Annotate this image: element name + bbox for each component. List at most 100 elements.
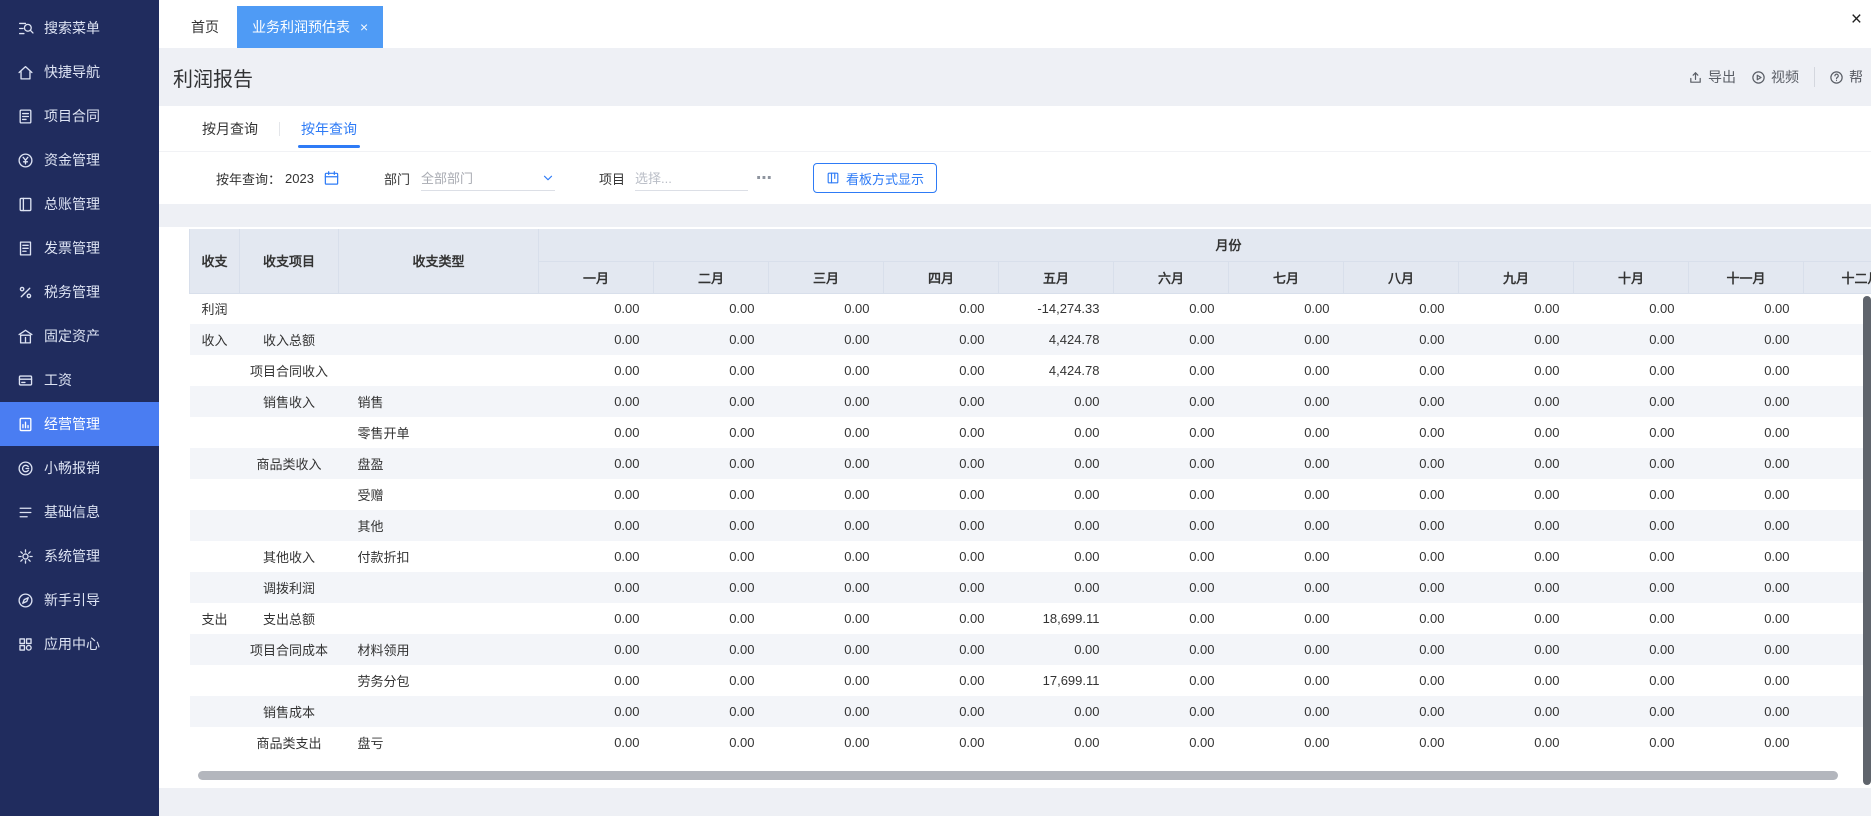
cell-value: 0.00 [614, 363, 640, 378]
cell-value: 0.00 [1304, 549, 1330, 564]
cell-income-expense [190, 665, 240, 696]
board-view-button[interactable]: 看板方式显示 [812, 163, 937, 193]
cell-item [240, 293, 339, 324]
cell-value: 0.00 [1649, 301, 1675, 317]
sidebar-item-label: 经营管理 [44, 416, 100, 432]
table-row[interactable]: 项目合同成本 材料领用 0.00 0.00 0.00 0.00 0.00 0.00 0.00 0.… [189, 634, 1871, 665]
cell-value: 0.00 [1804, 603, 1871, 634]
cell-value: 0.00 [844, 735, 870, 750]
sidebar-item-11[interactable]: 基础信息 [0, 490, 159, 534]
cell-value: 0.00 [844, 394, 870, 409]
tab-close-icon[interactable]: × [360, 19, 368, 35]
search-icon [17, 20, 34, 37]
cell-value: 0.00 [959, 611, 985, 626]
cell-value: 0.00 [1304, 394, 1330, 409]
table-row[interactable]: 销售成本 0.00 0.00 0.00 0.00 0.00 0.00 0.00 0.00 0.00… [189, 696, 1871, 727]
cell-value: 0.00 [1764, 673, 1790, 688]
table-row[interactable]: 支出 支出总额 0.00 0.00 0.00 0.00 18,699.11 0.00 0.00 0… [190, 603, 1871, 634]
tab-active[interactable]: 业务利润预估表 × [237, 6, 384, 48]
month-header: 八月 [1343, 261, 1459, 294]
table-row[interactable]: 商品类支出 盘亏 0.00 0.00 0.00 0.00 0.00 0.00 0.00 0.00 0… [190, 727, 1871, 758]
sidebar-item-label: 新手引导 [44, 592, 100, 608]
cell-income-expense [190, 634, 240, 665]
expense-icon [17, 460, 34, 477]
cell-item: 支出总额 [262, 612, 315, 627]
table-row[interactable]: 销售收入 销售 0.00 0.00 0.00 0.00 0.00 0.00 0.00 0.00 0.… [189, 386, 1871, 417]
tab-yearly-query[interactable]: 按年查询 [298, 106, 360, 152]
sidebar-item-5[interactable]: 发票管理 [0, 226, 159, 270]
tab-active-label: 业务利润预估表 [252, 19, 350, 35]
cell-type: 材料领用 [357, 643, 410, 658]
calendar-icon[interactable] [323, 170, 340, 187]
window-close-icon[interactable]: × [1851, 10, 1862, 29]
cell-value: 0.00 [1804, 479, 1871, 510]
tab-monthly-query[interactable]: 按月查询 [199, 106, 261, 152]
cell-value: 0.00 [729, 425, 755, 440]
home-icon [17, 64, 34, 81]
tab-home[interactable]: 首页 [173, 6, 237, 48]
cell-value: 0.00 [1074, 735, 1100, 750]
vertical-scrollbar-thumb[interactable] [1863, 296, 1871, 785]
cell-value: 0.00 [1534, 301, 1560, 317]
sidebar-item-3[interactable]: 资金管理 [0, 138, 159, 182]
cell-value: 0.00 [614, 704, 640, 719]
cell-value: 0.00 [1764, 611, 1790, 626]
cell-value: 0.00 [729, 735, 755, 750]
cell-value: 0.00 [1304, 487, 1330, 502]
cell-item [240, 510, 339, 541]
spacer [159, 204, 1871, 227]
cell-value: 0.00 [844, 704, 870, 719]
table-row[interactable]: 其他收入 付款折扣 0.00 0.00 0.00 0.00 0.00 0.00 0.00 0.00… [190, 541, 1871, 572]
table-row[interactable]: 调拨利润 0.00 0.00 0.00 0.00 0.00 0.00 0.00 0.00 0.00… [189, 572, 1871, 603]
sidebar-item-13[interactable]: 新手引导 [0, 578, 159, 622]
cell-item: 收入总额 [262, 333, 315, 348]
cell-value: 0.00 [959, 487, 985, 502]
table-row[interactable]: 其他 0.00 0.00 0.00 0.00 0.00 0.00 0.00 0.00 0.00 0.… [189, 510, 1871, 541]
horizontal-scrollbar-thumb[interactable] [198, 771, 1838, 780]
cell-income-expense: 收入 [201, 333, 228, 348]
department-select[interactable]: 全部部门 [420, 165, 555, 191]
sidebar-item-7[interactable]: 固定资产 [0, 314, 159, 358]
cell-value: 0.00 [959, 394, 985, 409]
project-more-icon[interactable]: ⋯ [756, 168, 773, 188]
cell-value: 0.00 [1189, 487, 1215, 502]
year-filter-value[interactable]: 2023 [285, 171, 314, 186]
sidebar-item-2[interactable]: 项目合同 [0, 94, 159, 138]
cell-type: 销售 [357, 395, 384, 410]
sidebar-item-6[interactable]: 税务管理 [0, 270, 159, 314]
sidebar-item-12[interactable]: 系统管理 [0, 534, 159, 578]
sidebar-item-4[interactable]: 总账管理 [0, 182, 159, 226]
export-button[interactable]: 导出 [1688, 67, 1736, 87]
cell-value: 0.00 [1534, 642, 1560, 657]
sidebar-item-label: 总账管理 [44, 196, 100, 212]
cell-value: 0.00 [1804, 324, 1871, 355]
video-button[interactable]: 视频 [1751, 67, 1799, 87]
sidebar-item-8[interactable]: 工资 [0, 358, 159, 402]
month-header: 七月 [1228, 261, 1344, 294]
cell-item: 项目合同收入 [249, 364, 328, 379]
project-select[interactable]: 选择... [634, 165, 748, 191]
export-label: 导出 [1708, 69, 1736, 85]
table-row[interactable]: 收入 收入总额 0.00 0.00 0.00 0.00 4,424.78 0.00 0.00 0.… [189, 324, 1871, 355]
table-row[interactable]: 零售开单 0.00 0.00 0.00 0.00 0.00 0.00 0.00 0.00 0.00… [190, 417, 1871, 448]
cell-item: 项目合同成本 [249, 643, 328, 658]
help-button[interactable]: 帮 [1814, 67, 1863, 87]
cell-income-expense [190, 355, 240, 386]
table-row[interactable]: 商品类收入 盘盈 0.00 0.00 0.00 0.00 0.00 0.00 0.00 0.00 0… [189, 448, 1871, 479]
cell-type [339, 603, 539, 634]
cell-income-expense [190, 541, 240, 572]
cell-value: 17,699.11 [1042, 673, 1100, 688]
sidebar-menu: 搜索菜单 快捷导航 项目合同 资金管理总账管理发票管理 税务管理 固定资产 工资经营管理小畅… [0, 6, 159, 666]
sidebar-item-14[interactable]: 应用中心 [0, 622, 159, 666]
sidebar-item-10[interactable]: 小畅报销 [0, 446, 159, 490]
cell-value: 0.00 [1534, 425, 1560, 440]
table-row[interactable]: 受赠 0.00 0.00 0.00 0.00 0.00 0.00 0.00 0.00 0.00 0.… [190, 479, 1871, 510]
sidebar-item-1[interactable]: 快捷导航 [0, 50, 159, 94]
sidebar-item-0[interactable]: 搜索菜单 [0, 6, 159, 50]
cell-value: 0.00 [1804, 293, 1871, 324]
sidebar-item-9[interactable]: 经营管理 [0, 402, 159, 446]
cell-value: 0.00 [1419, 332, 1445, 347]
table-row[interactable]: 利润 0.00 0.00 0.00 0.00 -14,274.33 0.00 0.00 0.00… [190, 293, 1871, 324]
table-row[interactable]: 劳务分包 0.00 0.00 0.00 0.00 17,699.11 0.00 0.00 0.0… [190, 665, 1871, 696]
table-row[interactable]: 项目合同收入 0.00 0.00 0.00 0.00 4,424.78 0.00 0.00 0.… [190, 355, 1871, 386]
